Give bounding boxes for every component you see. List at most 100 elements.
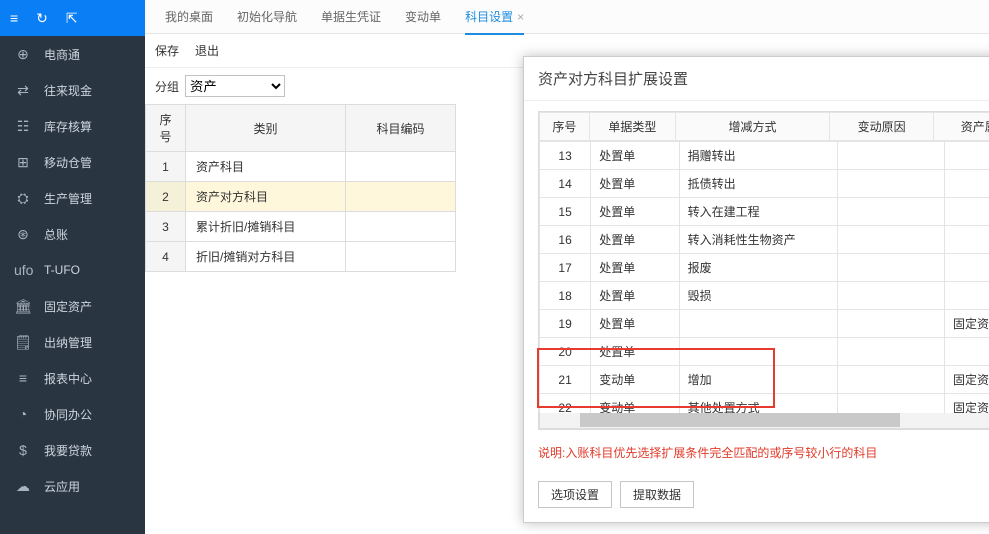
grid-method: 报废 [679,254,837,282]
grid-doctype: 处置单 [591,310,679,338]
grid-asset-attr [945,226,989,254]
sidebar-item-7[interactable]: 🏛 固定资产 [0,288,145,324]
sidebar-icon: ⊕ [14,46,32,63]
grid-asset-attr: 固定资产 [945,394,989,414]
grid-col-header: 单据类型 [589,113,675,141]
grid-idx: 17 [540,254,591,282]
grid-method: 毁损 [679,282,837,310]
grid-method: 其他处置方式 [679,394,837,414]
grid-idx: 19 [540,310,591,338]
sidebar-label: 生产管理 [44,190,92,207]
grid-reason [837,226,944,254]
grid-row[interactable]: 16处置单转入消耗性生物资产1421 [540,226,989,254]
grid-reason [837,170,944,198]
grid-row[interactable]: 20处置单5711 [540,338,989,366]
grid-col-header: 增减方式 [675,113,829,141]
grid-reason [837,366,944,394]
grid-scroll[interactable]: 13处置单捐赠转出571114处置单抵债转出220215处置单转入在建工程160… [539,141,989,413]
sidebar-label: 往来现金 [44,82,92,99]
sidebar-item-4[interactable]: ⛭ 生产管理 [0,180,145,216]
sidebar-topbar: ≡ ↻ ⇱ [0,0,145,36]
sidebar-icon: ◔ [14,406,32,422]
sidebar-item-0[interactable]: ⊕ 电商通 [0,36,145,72]
grid-reason [837,394,944,414]
grid-reason [837,310,944,338]
sidebar-icon: ⛭ [14,190,32,207]
sidebar-item-11[interactable]: $ 我要贷款 [0,432,145,468]
grid-asset-attr [945,170,989,198]
grid-row[interactable]: 21变动单增加固定资产2202 [540,366,989,394]
grid-method: 捐赠转出 [679,142,837,170]
sidebar-item-9[interactable]: ≡ 报表中心 [0,360,145,396]
refresh-icon[interactable]: ↻ [36,10,48,27]
sidebar-item-6[interactable]: ufo T-UFO [0,252,145,288]
grid-idx: 22 [540,394,591,414]
grid-asset-attr [945,142,989,170]
grid-asset-attr [945,282,989,310]
expand-icon[interactable]: ⇱ [66,10,78,27]
grid-doctype: 处置单 [591,254,679,282]
sidebar-icon: $ [14,442,32,458]
grid-row[interactable]: 13处置单捐赠转出5711 [540,142,989,170]
modal-footer: 选项设置 提取数据 保存 退出 [524,471,989,522]
grid-idx: 14 [540,170,591,198]
modal-title: 资产对方科目扩展设置 [538,68,989,89]
horizontal-scrollbar[interactable] [539,413,989,429]
sidebar-label: 移动仓管 [44,154,92,171]
sidebar-icon: ≡ [14,370,32,386]
grid-method [679,310,837,338]
sidebar-item-12[interactable]: ☁云应用 [0,468,145,504]
grid-method: 转入消耗性生物资产 [679,226,837,254]
sidebar-label: 库存核算 [44,118,92,135]
sidebar-item-8[interactable]: 🗒出纳管理 [0,324,145,360]
grid-col-header: 序号 [540,113,590,141]
grid-idx: 13 [540,142,591,170]
grid-col-header: 资产属性 [934,113,989,141]
grid-doctype: 处置单 [591,170,679,198]
sidebar-item-1[interactable]: ⇄往来现金 [0,72,145,108]
grid-row[interactable]: 22变动单其他处置方式固定资产2202 [540,394,989,414]
extract-button[interactable]: 提取数据 [620,481,694,508]
grid-row[interactable]: 19处置单固定资产1606 [540,310,989,338]
grid-row[interactable]: 15处置单转入在建工程1604 [540,198,989,226]
grid-doctype: 处置单 [591,338,679,366]
sidebar-label: 协同办公 [44,406,92,423]
grid-reason [837,338,944,366]
grid-idx: 15 [540,198,591,226]
grid-asset-attr: 固定资产 [945,366,989,394]
grid-row[interactable]: 17处置单报废5711 [540,254,989,282]
grid-row[interactable]: 18处置单毁损5711 [540,282,989,310]
sidebar-icon: 🏛 [14,298,32,315]
grid-doctype: 变动单 [591,394,679,414]
sidebar-item-5[interactable]: ⊛总账 [0,216,145,252]
sidebar-label: 报表中心 [44,370,92,387]
grid-method: 抵债转出 [679,170,837,198]
sidebar-label: 电商通 [44,46,80,63]
sidebar-icon: 🗒 [14,334,32,351]
grid-idx: 18 [540,282,591,310]
grid-idx: 16 [540,226,591,254]
menu-icon[interactable]: ≡ [10,10,18,26]
scrollbar-thumb[interactable] [580,413,900,427]
grid-method: 转入在建工程 [679,198,837,226]
note-text: 说明:入账科目优先选择扩展条件完全匹配的或序号较小行的科目 [538,444,989,461]
sidebar-icon: ⊞ [14,154,32,171]
sidebar-label: 我要贷款 [44,442,92,459]
sidebar-icon: ufo [14,262,32,278]
grid-reason [837,198,944,226]
sidebar: ≡ ↻ ⇱ ⊕ 电商通 ⇄往来现金☷库存核算 ⊞ 移动仓管 ⛭ 生产管理 ⊛总账 ufo T-UF… [0,0,145,534]
sidebar-label: T-UFO [44,263,80,277]
grid-doctype: 处置单 [591,226,679,254]
sidebar-item-2[interactable]: ☷库存核算 [0,108,145,144]
options-button[interactable]: 选项设置 [538,481,612,508]
extend-settings-modal: 资产对方科目扩展设置 ? ✕ 序号单据类型增减方式变动原因资产属性12/22 1… [523,56,989,523]
sidebar-item-3[interactable]: ⊞ 移动仓管 [0,144,145,180]
grid-idx: 21 [540,366,591,394]
sidebar-label: 总账 [44,226,68,243]
sidebar-item-10[interactable]: ◔ 协同办公 [0,396,145,432]
grid-method: 增加 [679,366,837,394]
grid-row[interactable]: 14处置单抵债转出2202 [540,170,989,198]
grid-reason [837,142,944,170]
modal-header: 资产对方科目扩展设置 ? ✕ [524,57,989,101]
sidebar-label: 固定资产 [44,298,92,315]
